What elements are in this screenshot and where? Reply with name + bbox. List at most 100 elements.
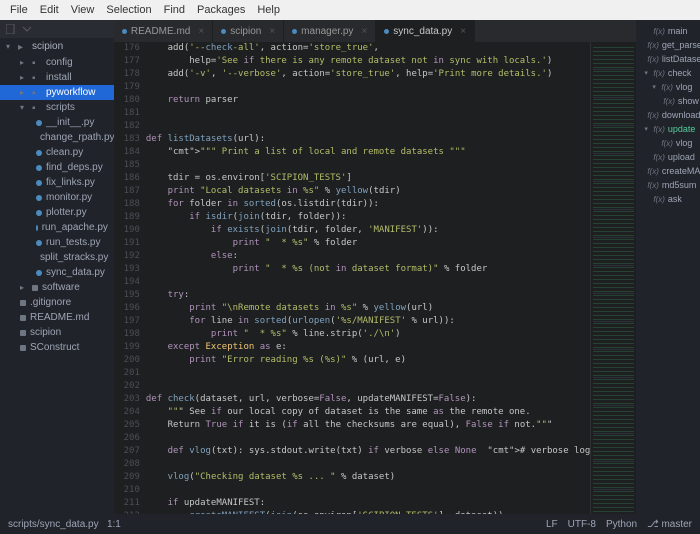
menu-find[interactable]: Find [158,4,191,16]
tab-sync_datapy[interactable]: sync_data.py× [376,20,475,42]
outline-item-show[interactable]: f(x)show [638,94,698,108]
file-icon [20,315,26,321]
code-area[interactable]: 176 177 178 179 180 181 182 183 184 185 … [114,42,636,514]
tab-managerpy[interactable]: manager.py× [284,20,376,42]
folder-icon: ▪ [32,88,42,98]
function-tag: f(x) [647,55,659,64]
outline-item-ask[interactable]: f(x)ask [638,192,698,206]
tree-file[interactable]: fix_links.py [0,175,114,190]
file-icon [20,330,26,336]
python-icon [36,195,42,201]
function-tag: f(x) [653,195,665,204]
outline-label: upload [668,152,695,162]
outline-item-check[interactable]: ▾f(x)check [638,66,698,80]
outline-label: listDatasets [662,54,700,64]
outline-item-vlog[interactable]: ▾f(x)vlog [638,80,698,94]
chevron-icon: ▾ [644,125,650,133]
function-tag: f(x) [661,83,673,92]
status-line-ending[interactable]: LF [546,519,558,530]
function-tag: f(x) [653,153,665,162]
tree-item-label: README.md [30,312,89,323]
tree-item-label: software [42,282,80,293]
tree-file[interactable]: monitor.py [0,190,114,205]
tree-item-software[interactable]: ▸ software [0,280,114,295]
tree-file[interactable]: sync_data.py [0,265,114,280]
minimap[interactable] [590,42,636,514]
status-language[interactable]: Python [606,519,637,530]
close-icon[interactable]: × [361,26,367,37]
tree-file[interactable]: run_tests.py [0,235,114,250]
outline-item-download[interactable]: f(x)download [638,108,698,122]
sidebar-actionbar [0,20,114,38]
tree-file[interactable]: plotter.py [0,205,114,220]
tree-item-SConstruct[interactable]: SConstruct [0,340,114,355]
outline-label: vlog [676,138,693,148]
tree-file[interactable]: find_deps.py [0,160,114,175]
outline-item-main[interactable]: f(x)main [638,24,698,38]
tree-folder-config[interactable]: ▸▪config [0,55,114,70]
python-icon [36,225,38,231]
file-type-icon [292,29,297,34]
tree-item-label: clean.py [46,147,83,158]
function-tag: f(x) [647,111,659,120]
file-icon [20,345,26,351]
outline-item-get_parser[interactable]: f(x)get_parser [638,38,698,52]
chevron-right-icon: ▸ [20,73,28,82]
menu-view[interactable]: View [65,4,101,16]
tree-file[interactable]: run_apache.py [0,220,114,235]
tree-item-label: run_tests.py [46,237,100,248]
menu-packages[interactable]: Packages [191,4,251,16]
status-path[interactable]: scripts/sync_data.py [8,519,99,530]
collapse-icon[interactable] [22,24,32,34]
chevron-right-icon: ▸ [20,283,28,292]
folder-icon: ▪ [32,73,42,83]
chevron-icon: ▾ [652,83,658,91]
status-branch[interactable]: ⎇ master [647,519,692,530]
function-tag: f(x) [653,125,665,134]
tree-item-READMEmd[interactable]: README.md [0,310,114,325]
python-icon [36,210,42,216]
chevron-right-icon: ▸ [20,88,28,97]
file-icon [32,285,38,291]
close-icon[interactable]: × [460,26,466,37]
tree-file[interactable]: __init__.py [0,115,114,130]
tree-item-label: __init__.py [46,117,94,128]
workspace: ▾ ▸ scipion ▸▪config▸▪install ▸ ▪ pywork… [0,20,700,514]
tree-item-label: run_apache.py [42,222,108,233]
menu-selection[interactable]: Selection [100,4,157,16]
close-icon[interactable]: × [198,26,204,37]
outline-item-createMANIFEST[interactable]: f(x)createMANIFEST [638,164,698,178]
tab-READMEmd[interactable]: README.md× [114,20,213,42]
folder-icon: ▸ [18,42,28,52]
outline-item-upload[interactable]: f(x)upload [638,150,698,164]
close-icon[interactable]: × [269,26,275,37]
tree-file[interactable]: change_rpath.py [0,130,114,145]
tree-folder-install[interactable]: ▸▪install [0,70,114,85]
outline-item-vlog[interactable]: f(x)vlog [638,136,698,150]
tree-folder-scripts[interactable]: ▾ ▪ scripts [0,100,114,115]
python-icon [36,150,42,156]
code-content[interactable]: add('--check-all', action='store_true', … [146,42,590,514]
new-file-icon[interactable] [6,24,16,34]
tree-item-scipion[interactable]: scipion [0,325,114,340]
project-root[interactable]: ▾ ▸ scipion [0,38,114,55]
tree-item-label: plotter.py [46,207,87,218]
outline-item-listDatasets[interactable]: f(x)listDatasets [638,52,698,66]
menu-file[interactable]: File [4,4,34,16]
menu-edit[interactable]: Edit [34,4,65,16]
python-icon [36,240,42,246]
outline-item-md5sum[interactable]: f(x)md5sum [638,178,698,192]
tab-scipion[interactable]: scipion × [213,20,284,42]
outline-item-update[interactable]: ▾f(x)update [638,122,698,136]
status-cursor-pos[interactable]: 1:1 [107,519,121,530]
tree-item-gitignore[interactable]: .gitignore [0,295,114,310]
menu-help[interactable]: Help [251,4,286,16]
file-type-icon [221,29,226,34]
tree-file[interactable]: split_stracks.py [0,250,114,265]
folder-icon: ▪ [32,103,42,113]
tree-item-label: split_stracks.py [40,252,108,263]
status-encoding[interactable]: UTF-8 [568,519,596,530]
tab-label: scipion [230,26,261,37]
tree-folder-pyworkflow[interactable]: ▸ ▪ pyworkflow [0,85,114,100]
tree-file[interactable]: clean.py [0,145,114,160]
